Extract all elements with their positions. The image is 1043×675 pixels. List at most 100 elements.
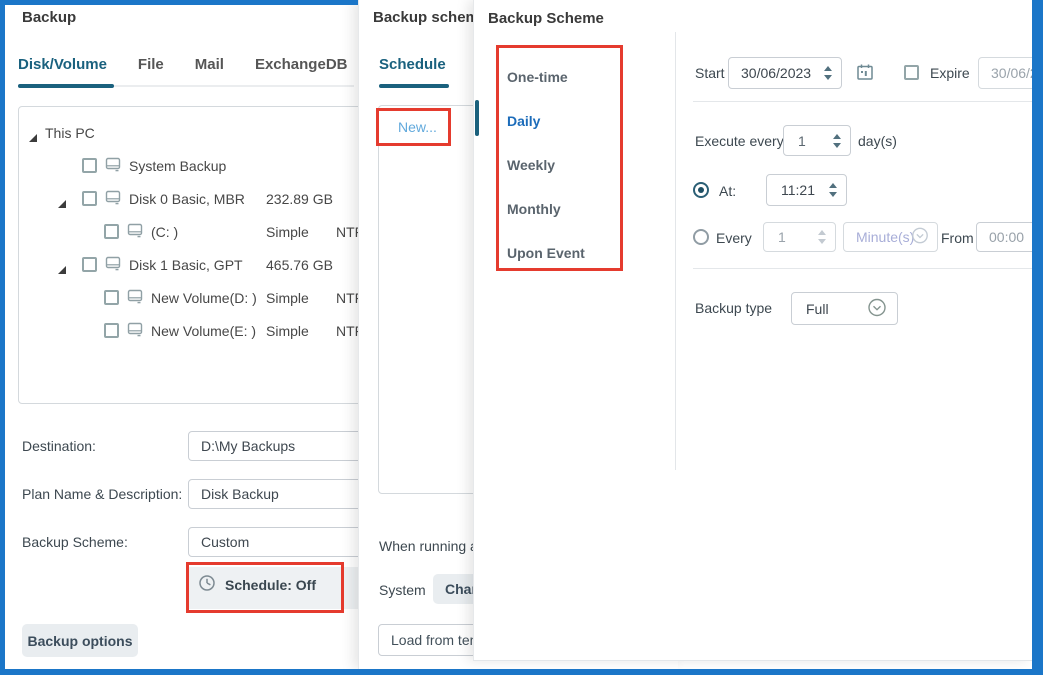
row-checkbox[interactable] [104, 323, 119, 338]
tree-row[interactable]: New Volume(D: ) Simple NTFS [19, 281, 379, 314]
days-suffix-label: day(s) [858, 133, 897, 149]
drive-icon [105, 157, 121, 175]
tab-file[interactable]: File [138, 56, 164, 73]
scheme-dialog-title: Backup Scheme [488, 10, 604, 27]
scrollbar-thumb[interactable] [475, 100, 479, 136]
execute-every-value: 1 [798, 133, 806, 149]
execute-every-label: Execute every [695, 133, 784, 149]
plan-name-label: Plan Name & Description: [22, 486, 182, 502]
active-tab-underline [18, 84, 114, 88]
start-date-value: 30/06/2023 [741, 65, 811, 81]
highlight-box-schedule [186, 562, 344, 613]
tree-row[interactable]: This PC [19, 116, 379, 149]
tree-row-type: Simple [266, 290, 309, 306]
tree-row[interactable]: Disk 0 Basic, MBR 232.89 GB [19, 182, 379, 215]
tree-row-label: System Backup [129, 158, 226, 174]
from-time-value: 00:00 [989, 229, 1024, 245]
divider [693, 101, 1032, 102]
every-unit-value: Minute(s) [856, 229, 914, 245]
disk-volume-tree: This PC System Backup Disk 0 Basic, MBR … [18, 106, 380, 404]
tab-disk-volume[interactable]: Disk/Volume [18, 56, 107, 73]
tree-row[interactable]: System Backup [19, 149, 379, 182]
chevron-down-circle-icon [911, 227, 929, 248]
scheme-panel-title: Backup scheme [373, 9, 487, 26]
tree-row-type: Simple [266, 224, 309, 240]
load-template-button[interactable]: Load from template [378, 624, 488, 656]
every-interval-value: 1 [778, 229, 786, 245]
every-unit-dropdown[interactable]: Minute(s) [843, 222, 938, 252]
tree-row[interactable]: Disk 1 Basic, GPT 465.76 GB [19, 248, 379, 281]
tree-row[interactable]: New Volume(E: ) Simple NTFS [19, 314, 379, 347]
drive-icon [105, 190, 121, 208]
from-label: From [941, 230, 974, 246]
window-border-right [1032, 0, 1043, 675]
drive-icon [127, 289, 143, 307]
system-label: System [379, 582, 426, 598]
every-interval-spinner[interactable] [818, 230, 826, 244]
divider [693, 268, 1032, 269]
expire-date-value: 30/06/2023 [991, 65, 1032, 81]
window-border-bottom [0, 669, 1043, 675]
start-date-input[interactable]: 30/06/2023 [728, 57, 842, 89]
calendar-icon[interactable] [856, 63, 874, 86]
from-time-input[interactable]: 00:00 [976, 222, 1032, 252]
backup-scheme-dialog: Backup Scheme One-time Daily Weekly Mont… [473, 0, 1032, 661]
expire-label: Expire [930, 65, 970, 81]
backup-type-dropdown[interactable]: Full [791, 292, 898, 325]
row-checkbox[interactable] [82, 158, 97, 173]
every-radio[interactable] [693, 229, 709, 245]
expander-icon[interactable] [58, 261, 66, 269]
highlight-box-new [376, 108, 451, 146]
window-border-top [0, 0, 358, 5]
tree-row-size: 232.89 GB [266, 191, 333, 207]
tree-row-label: (C: ) [151, 224, 178, 240]
backup-source-tabs: Disk/Volume File Mail ExchangeDB [18, 56, 378, 73]
tree-row-label: Disk 0 Basic, MBR [129, 191, 245, 207]
backup-scheme-label: Backup Scheme: [22, 534, 128, 550]
tab-mail[interactable]: Mail [195, 56, 224, 73]
highlight-box-types [496, 45, 623, 271]
expander-icon[interactable] [58, 195, 66, 203]
tree-row-label: Disk 1 Basic, GPT [129, 257, 243, 273]
tree-row-label: New Volume(E: ) [151, 323, 256, 339]
expire-checkbox[interactable] [904, 65, 919, 80]
start-date-spinner[interactable] [824, 66, 832, 80]
expander-icon[interactable] [29, 129, 37, 137]
at-time-spinner[interactable] [829, 183, 837, 197]
destination-label: Destination: [22, 438, 96, 454]
tree-row[interactable]: (C: ) Simple NTFS [19, 215, 379, 248]
tree-row-size: 465.76 GB [266, 257, 333, 273]
at-time-value: 11:21 [781, 182, 815, 198]
backup-type-label: Backup type [695, 300, 772, 316]
tree-row-label: New Volume(D: ) [151, 290, 257, 306]
column-divider [675, 32, 676, 470]
active-tab-underline [379, 84, 449, 88]
tab-schedule[interactable]: Schedule [379, 56, 446, 73]
every-interval-input[interactable]: 1 [763, 222, 836, 252]
execute-every-spinner[interactable] [833, 134, 841, 148]
row-checkbox[interactable] [104, 290, 119, 305]
drive-icon [105, 256, 121, 274]
tab-exchangedb[interactable]: ExchangeDB [255, 56, 348, 73]
at-time-input[interactable]: 11:21 [766, 174, 847, 206]
app-window: Backup Disk/Volume File Mail ExchangeDB … [0, 0, 1043, 675]
when-running-text: When running a [379, 538, 478, 554]
row-checkbox[interactable] [82, 257, 97, 272]
tree-row-type: Simple [266, 323, 309, 339]
backup-type-value: Full [806, 301, 829, 317]
start-label: Start [695, 65, 725, 81]
row-checkbox[interactable] [104, 224, 119, 239]
drive-icon [127, 223, 143, 241]
every-label: Every [716, 230, 752, 246]
at-label: At: [719, 183, 736, 199]
tree-row-label: This PC [45, 125, 95, 141]
execute-every-input[interactable]: 1 [783, 125, 851, 156]
expire-date-input[interactable]: 30/06/2023 [978, 57, 1032, 89]
at-radio[interactable] [693, 182, 709, 198]
window-title: Backup [22, 9, 76, 26]
drive-icon [127, 322, 143, 340]
backup-options-button[interactable]: Backup options [22, 624, 138, 657]
window-border-left [0, 0, 5, 675]
chevron-down-circle-icon [867, 297, 887, 320]
row-checkbox[interactable] [82, 191, 97, 206]
